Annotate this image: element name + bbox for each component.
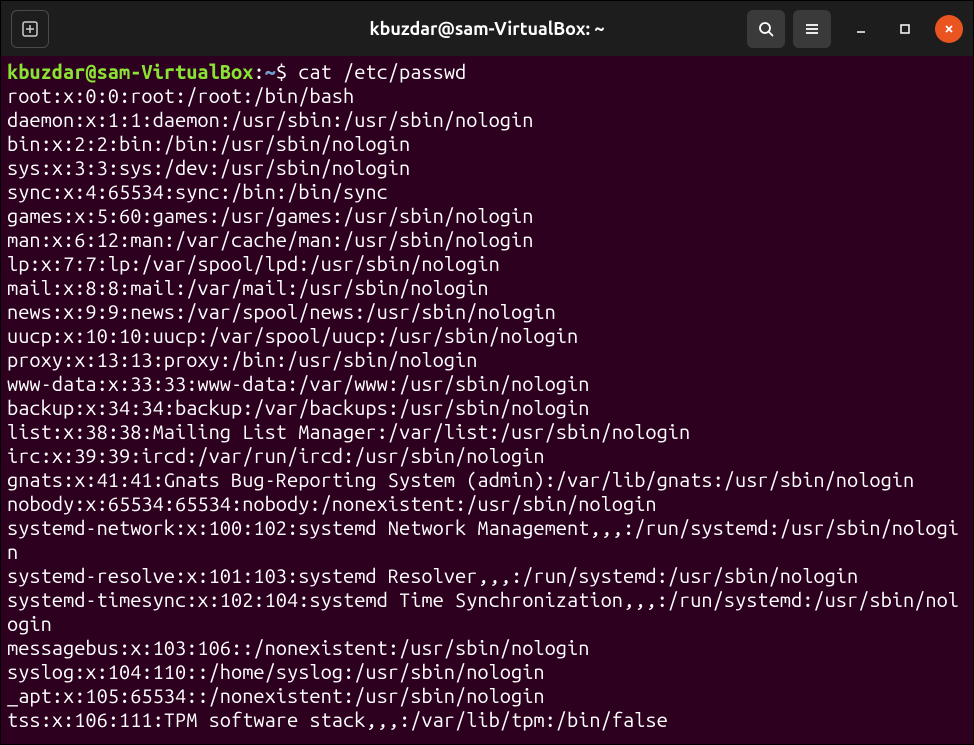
command-text: cat /etc/passwd	[287, 60, 466, 83]
close-button[interactable]	[935, 15, 963, 43]
output-line: sync:x:4:65534:sync:/bin:/bin/sync	[7, 180, 967, 204]
prompt-path: ~	[265, 60, 276, 83]
new-tab-button[interactable]	[11, 10, 49, 48]
output-line: www-data:x:33:33:www-data:/var/www:/usr/…	[7, 372, 967, 396]
output-line: backup:x:34:34:backup:/var/backups:/usr/…	[7, 396, 967, 420]
terminal-body[interactable]: kbuzdar@sam-VirtualBox:~$ cat /etc/passw…	[1, 56, 973, 736]
output-line: lp:x:7:7:lp:/var/spool/lpd:/usr/sbin/nol…	[7, 252, 967, 276]
new-tab-icon	[21, 20, 39, 38]
output-line: syslog:x:104:110::/home/syslog:/usr/sbin…	[7, 660, 967, 684]
output-line: systemd-resolve:x:101:103:systemd Resolv…	[7, 564, 967, 588]
menu-button[interactable]	[793, 10, 831, 48]
window-title: kbuzdar@sam-VirtualBox: ~	[370, 19, 605, 39]
minimize-button[interactable]	[847, 15, 875, 43]
output-line: root:x:0:0:root:/root:/bin/bash	[7, 84, 967, 108]
output-line: proxy:x:13:13:proxy:/bin:/usr/sbin/nolog…	[7, 348, 967, 372]
output-line: uucp:x:10:10:uucp:/var/spool/uucp:/usr/s…	[7, 324, 967, 348]
search-button[interactable]	[747, 10, 785, 48]
output-line: irc:x:39:39:ircd:/var/run/ircd:/usr/sbin…	[7, 444, 967, 468]
output-line: sys:x:3:3:sys:/dev:/usr/sbin/nologin	[7, 156, 967, 180]
output-line: man:x:6:12:man:/var/cache/man:/usr/sbin/…	[7, 228, 967, 252]
output-line: systemd-timesync:x:102:104:systemd Time …	[7, 588, 967, 636]
search-icon	[758, 21, 774, 37]
output-line: daemon:x:1:1:daemon:/usr/sbin:/usr/sbin/…	[7, 108, 967, 132]
output-line: news:x:9:9:news:/var/spool/news:/usr/sbi…	[7, 300, 967, 324]
output-line: tss:x:106:111:TPM software stack,,,:/var…	[7, 708, 967, 732]
maximize-button[interactable]	[891, 15, 919, 43]
hamburger-icon	[804, 21, 820, 37]
prompt-separator: :	[253, 60, 264, 83]
output-line: messagebus:x:103:106::/nonexistent:/usr/…	[7, 636, 967, 660]
output-line: nobody:x:65534:65534:nobody:/nonexistent…	[7, 492, 967, 516]
output-line: bin:x:2:2:bin:/bin:/usr/sbin/nologin	[7, 132, 967, 156]
minimize-icon	[855, 23, 867, 35]
maximize-icon	[899, 23, 911, 35]
prompt-user-host: kbuzdar@sam-VirtualBox	[7, 60, 253, 83]
close-icon	[943, 23, 955, 35]
prompt-dollar: $	[276, 60, 287, 83]
output-line: gnats:x:41:41:Gnats Bug-Reporting System…	[7, 468, 967, 492]
window-titlebar: kbuzdar@sam-VirtualBox: ~	[1, 1, 973, 56]
output-line: list:x:38:38:Mailing List Manager:/var/l…	[7, 420, 967, 444]
titlebar-right-controls	[747, 10, 963, 48]
output-line: mail:x:8:8:mail:/var/mail:/usr/sbin/nolo…	[7, 276, 967, 300]
output-line: _apt:x:105:65534::/nonexistent:/usr/sbin…	[7, 684, 967, 708]
output-line: games:x:5:60:games:/usr/games:/usr/sbin/…	[7, 204, 967, 228]
output-line: systemd-network:x:100:102:systemd Networ…	[7, 516, 967, 564]
